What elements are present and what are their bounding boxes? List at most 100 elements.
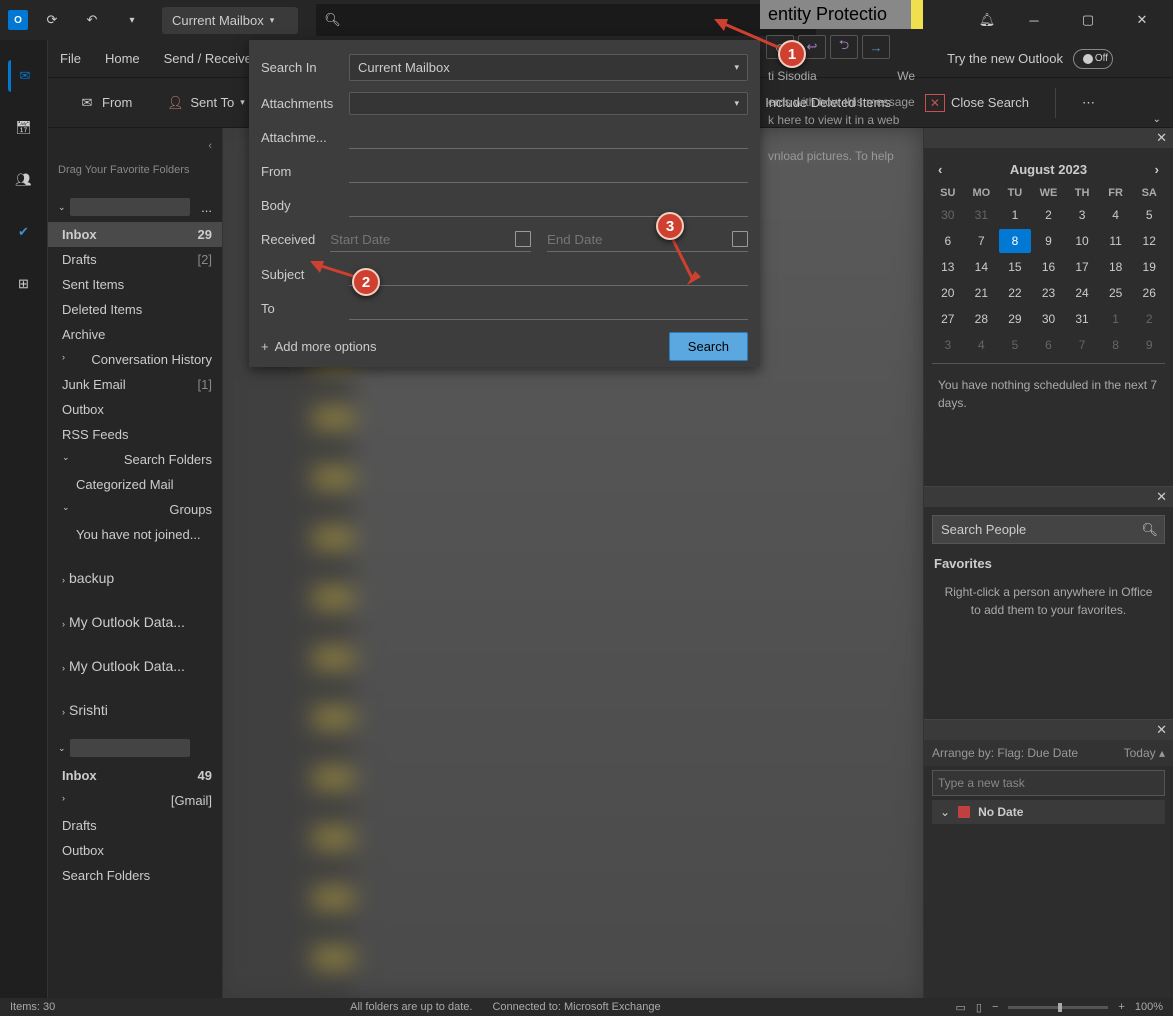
calendar-day[interactable]: 29 xyxy=(999,307,1031,331)
tasks-arrange-label[interactable]: Arrange by: Flag: Due Date xyxy=(932,746,1078,760)
rail-people-icon[interactable]: 👥︎ xyxy=(8,164,40,196)
calendar-day[interactable]: 12 xyxy=(1133,229,1165,253)
reply-all-icon[interactable]: ⮌ xyxy=(830,35,858,59)
calendar-day[interactable]: 14 xyxy=(966,255,998,279)
account-2[interactable]: ⌄ xyxy=(48,733,222,763)
calendar-day[interactable]: 1 xyxy=(1100,307,1132,331)
body-input[interactable] xyxy=(349,193,748,217)
calendar-day[interactable]: 13 xyxy=(932,255,964,279)
close-tasks-pane[interactable]: ✕ xyxy=(924,720,1173,740)
calendar-day[interactable]: 31 xyxy=(966,203,998,227)
calendar-day[interactable]: 10 xyxy=(1066,229,1098,253)
search-people-input[interactable]: Search People 🔍︎ xyxy=(932,515,1165,544)
rail-apps-icon[interactable]: ⊞ xyxy=(8,268,40,300)
menu-send-receive[interactable]: Send / Receive xyxy=(164,51,252,66)
calendar-day[interactable]: 26 xyxy=(1133,281,1165,305)
new-task-input[interactable]: Type a new task xyxy=(932,770,1165,796)
calendar-day[interactable]: 18 xyxy=(1100,255,1132,279)
folder-item[interactable]: Drafts[2] xyxy=(48,247,222,272)
folder-item[interactable]: ⌄Groups xyxy=(48,497,222,522)
calendar-day[interactable]: 9 xyxy=(1133,333,1165,357)
calendar-day[interactable]: 4 xyxy=(966,333,998,357)
calendar-day[interactable]: 15 xyxy=(999,255,1031,279)
folder-item[interactable]: Sent Items xyxy=(48,272,222,297)
close-search-button[interactable]: ✕ Close Search xyxy=(917,88,1037,118)
account-1[interactable]: ⌄ ... xyxy=(48,192,222,222)
close-calendar-pane[interactable]: ✕ xyxy=(924,128,1173,148)
add-more-options-button[interactable]: + Add more options xyxy=(261,339,377,354)
calendar-day[interactable]: 6 xyxy=(1033,333,1065,357)
calendar-day[interactable]: 2 xyxy=(1033,203,1065,227)
account-folder[interactable]: ›My Outlook Data... xyxy=(48,653,222,679)
forward-icon[interactable]: → xyxy=(862,35,890,59)
search-button[interactable]: Search xyxy=(669,332,748,361)
calendar-day[interactable]: 30 xyxy=(1033,307,1065,331)
folder-item[interactable]: Junk Email[1] xyxy=(48,372,222,397)
folder-item[interactable]: Drafts xyxy=(48,813,222,838)
calendar-prev-icon[interactable]: ‹ xyxy=(932,160,948,179)
calendar-day[interactable]: 2 xyxy=(1133,307,1165,331)
calendar-day[interactable]: 27 xyxy=(932,307,964,331)
rail-mail-icon[interactable]: ✉ xyxy=(8,60,40,92)
calendar-day[interactable]: 7 xyxy=(1066,333,1098,357)
folder-item[interactable]: Deleted Items xyxy=(48,297,222,322)
undo-icon[interactable]: ↶ xyxy=(76,4,108,36)
calendar-day[interactable]: 16 xyxy=(1033,255,1065,279)
calendar-day[interactable]: 24 xyxy=(1066,281,1098,305)
calendar-day[interactable]: 21 xyxy=(966,281,998,305)
folder-item[interactable]: ›[Gmail] xyxy=(48,788,222,813)
calendar-icon[interactable] xyxy=(515,231,531,247)
tasks-today-label[interactable]: Today xyxy=(1124,746,1156,760)
calendar-day[interactable]: 5 xyxy=(1133,203,1165,227)
refresh-icon[interactable]: ⟳ xyxy=(36,4,68,36)
account-folder[interactable]: ›My Outlook Data... xyxy=(48,609,222,635)
folder-item[interactable]: Inbox49 xyxy=(48,763,222,788)
folder-item[interactable]: Archive xyxy=(48,322,222,347)
calendar-day[interactable]: 9 xyxy=(1033,229,1065,253)
calendar-day[interactable]: 3 xyxy=(932,333,964,357)
calendar-day[interactable]: 1 xyxy=(999,203,1031,227)
menu-home[interactable]: Home xyxy=(105,51,140,66)
view-reading-icon[interactable]: ▯ xyxy=(976,1001,982,1014)
calendar-day[interactable]: 6 xyxy=(932,229,964,253)
folder-item[interactable]: ›Conversation History xyxy=(48,347,222,372)
close-window-button[interactable]: ✕ xyxy=(1119,0,1165,40)
attachments-select[interactable]: ▾ xyxy=(349,92,748,115)
calendar-day[interactable]: 25 xyxy=(1100,281,1132,305)
mailbox-selector[interactable]: Current Mailbox ▾ xyxy=(162,7,298,34)
start-date-input[interactable] xyxy=(330,232,507,247)
calendar-day[interactable]: 22 xyxy=(999,281,1031,305)
minimize-button[interactable]: ─ xyxy=(1011,0,1057,40)
search-in-select[interactable]: Current Mailbox ▾ xyxy=(349,54,748,81)
zoom-in-icon[interactable]: + xyxy=(1118,1001,1124,1013)
qat-dropdown-icon[interactable]: ▾ xyxy=(116,4,148,36)
notification-bell-icon[interactable]: 🔔︎ xyxy=(971,4,1003,36)
calendar-next-icon[interactable]: › xyxy=(1149,160,1165,179)
to-input[interactable] xyxy=(349,296,748,320)
attachment-name-input[interactable] xyxy=(349,125,748,149)
from-input[interactable] xyxy=(349,159,748,183)
folder-item[interactable]: Search Folders xyxy=(48,863,222,888)
zoom-out-icon[interactable]: − xyxy=(992,1001,998,1013)
folder-item[interactable]: Inbox29 xyxy=(48,222,222,247)
calendar-day[interactable]: 7 xyxy=(966,229,998,253)
task-group-no-date[interactable]: ⌄ No Date xyxy=(932,800,1165,824)
maximize-button[interactable]: ▢ xyxy=(1065,0,1111,40)
calendar-day[interactable]: 4 xyxy=(1100,203,1132,227)
sent-to-filter-button[interactable]: 👤︎ Sent To ▾ xyxy=(158,88,252,118)
folder-item[interactable]: ⌄Search Folders xyxy=(48,447,222,472)
calendar-day[interactable]: 11 xyxy=(1100,229,1132,253)
calendar-day[interactable]: 31 xyxy=(1066,307,1098,331)
try-new-toggle[interactable]: Off xyxy=(1073,49,1113,69)
rail-calendar-icon[interactable]: 📅︎ xyxy=(8,112,40,144)
calendar-day[interactable]: 23 xyxy=(1033,281,1065,305)
calendar-day[interactable]: 17 xyxy=(1066,255,1098,279)
folder-item[interactable]: You have not joined... xyxy=(48,522,222,547)
account-folder[interactable]: ›backup xyxy=(48,565,222,591)
folder-item[interactable]: Categorized Mail xyxy=(48,472,222,497)
account-folder[interactable]: ›Srishti xyxy=(48,697,222,723)
view-normal-icon[interactable]: ▭ xyxy=(956,1001,966,1014)
collapse-favorites-icon[interactable]: ‹ xyxy=(208,140,212,152)
from-filter-button[interactable]: ✉ From xyxy=(70,88,140,118)
close-people-pane[interactable]: ✕ xyxy=(924,487,1173,507)
